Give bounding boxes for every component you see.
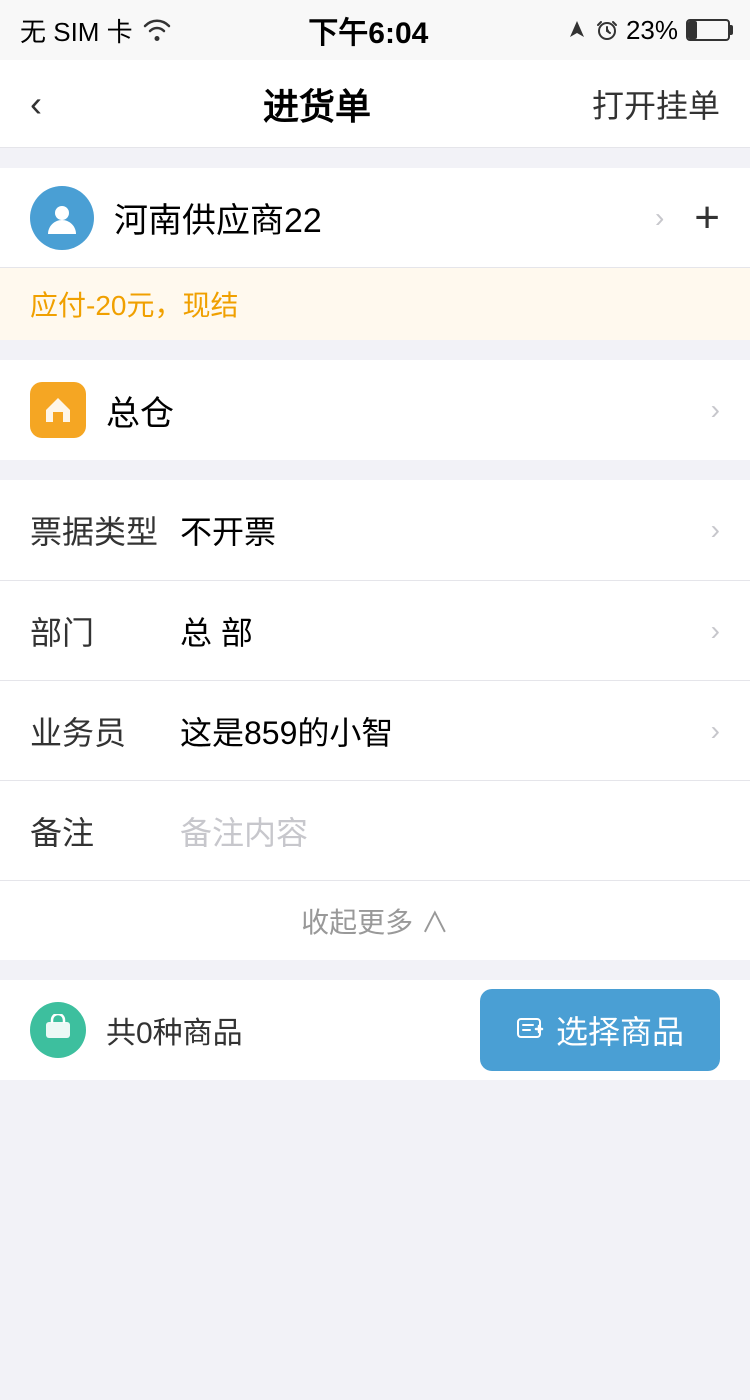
location-icon [566, 19, 588, 41]
body-background [0, 1080, 750, 1400]
warehouse-arrow-icon: › [711, 394, 720, 426]
product-icon [30, 1002, 86, 1058]
collapse-toggle[interactable]: 收起更多 ∧ [0, 880, 750, 960]
salesman-arrow-icon: › [711, 715, 720, 747]
notice-banner: 应付-20元，现结 [0, 268, 750, 340]
department-arrow-icon: › [711, 615, 720, 647]
select-product-icon [516, 1015, 546, 1045]
ticket-type-row[interactable]: 票据类型 不开票 › [0, 480, 750, 580]
warehouse-section: 总仓 › [0, 360, 750, 460]
note-input[interactable]: 备注内容 [160, 808, 720, 854]
ticket-type-arrow-icon: › [711, 514, 720, 546]
person-icon [44, 200, 80, 236]
notice-text: 应付-20元，现结 [30, 290, 238, 321]
warehouse-icon [30, 382, 86, 438]
battery-icon [686, 19, 730, 41]
section-divider-warehouse [0, 340, 750, 360]
status-right: 23% [566, 15, 730, 46]
bottom-product-section: 共0种商品 选择商品 [0, 980, 750, 1080]
supplier-avatar [30, 186, 94, 250]
section-divider-top [0, 148, 750, 168]
form-section: 票据类型 不开票 › 部门 总 部 › 业务员 这是859的小智 › 备注 备注… [0, 480, 750, 960]
warehouse-row[interactable]: 总仓 › [0, 360, 750, 460]
nav-bar: ‹ 进货单 打开挂单 [0, 60, 750, 148]
wifi-icon [143, 19, 171, 41]
alarm-icon [596, 19, 618, 41]
status-time: 下午6:04 [308, 8, 428, 52]
supplier-arrow-icon: › [655, 202, 664, 234]
section-divider-form [0, 460, 750, 480]
back-button[interactable]: ‹ [30, 83, 42, 125]
page-title: 进货单 [263, 78, 371, 130]
warehouse-name: 总仓 [106, 386, 711, 435]
carrier-label: 无 SIM 卡 [20, 12, 133, 49]
select-product-button[interactable]: 选择商品 [480, 989, 720, 1071]
supplier-row[interactable]: 河南供应商22 › + [0, 168, 750, 268]
department-label: 部门 [30, 608, 160, 654]
salesman-value: 这是859的小智 [160, 708, 711, 754]
note-label: 备注 [30, 808, 160, 854]
status-bar: 无 SIM 卡 下午6:04 23% [0, 0, 750, 60]
open-pending-button[interactable]: 打开挂单 [592, 81, 720, 127]
salesman-label: 业务员 [30, 708, 160, 754]
department-value: 总 部 [160, 608, 711, 654]
select-product-label: 选择商品 [556, 1007, 684, 1053]
supplier-section: 河南供应商22 › + 应付-20元，现结 [0, 168, 750, 340]
supplier-name: 河南供应商22 [114, 193, 655, 242]
battery-percent: 23% [626, 15, 678, 46]
cart-icon [42, 1014, 74, 1046]
collapse-toggle-label: 收起更多 ∧ [301, 901, 449, 941]
note-row[interactable]: 备注 备注内容 [0, 780, 750, 880]
home-icon [42, 394, 74, 426]
salesman-row[interactable]: 业务员 这是859的小智 › [0, 680, 750, 780]
product-count-label: 共0种商品 [106, 1008, 480, 1052]
ticket-type-label: 票据类型 [30, 507, 160, 553]
ticket-type-value: 不开票 [160, 507, 711, 553]
status-left: 无 SIM 卡 [20, 12, 171, 49]
add-supplier-button[interactable]: + [694, 193, 720, 243]
department-row[interactable]: 部门 总 部 › [0, 580, 750, 680]
